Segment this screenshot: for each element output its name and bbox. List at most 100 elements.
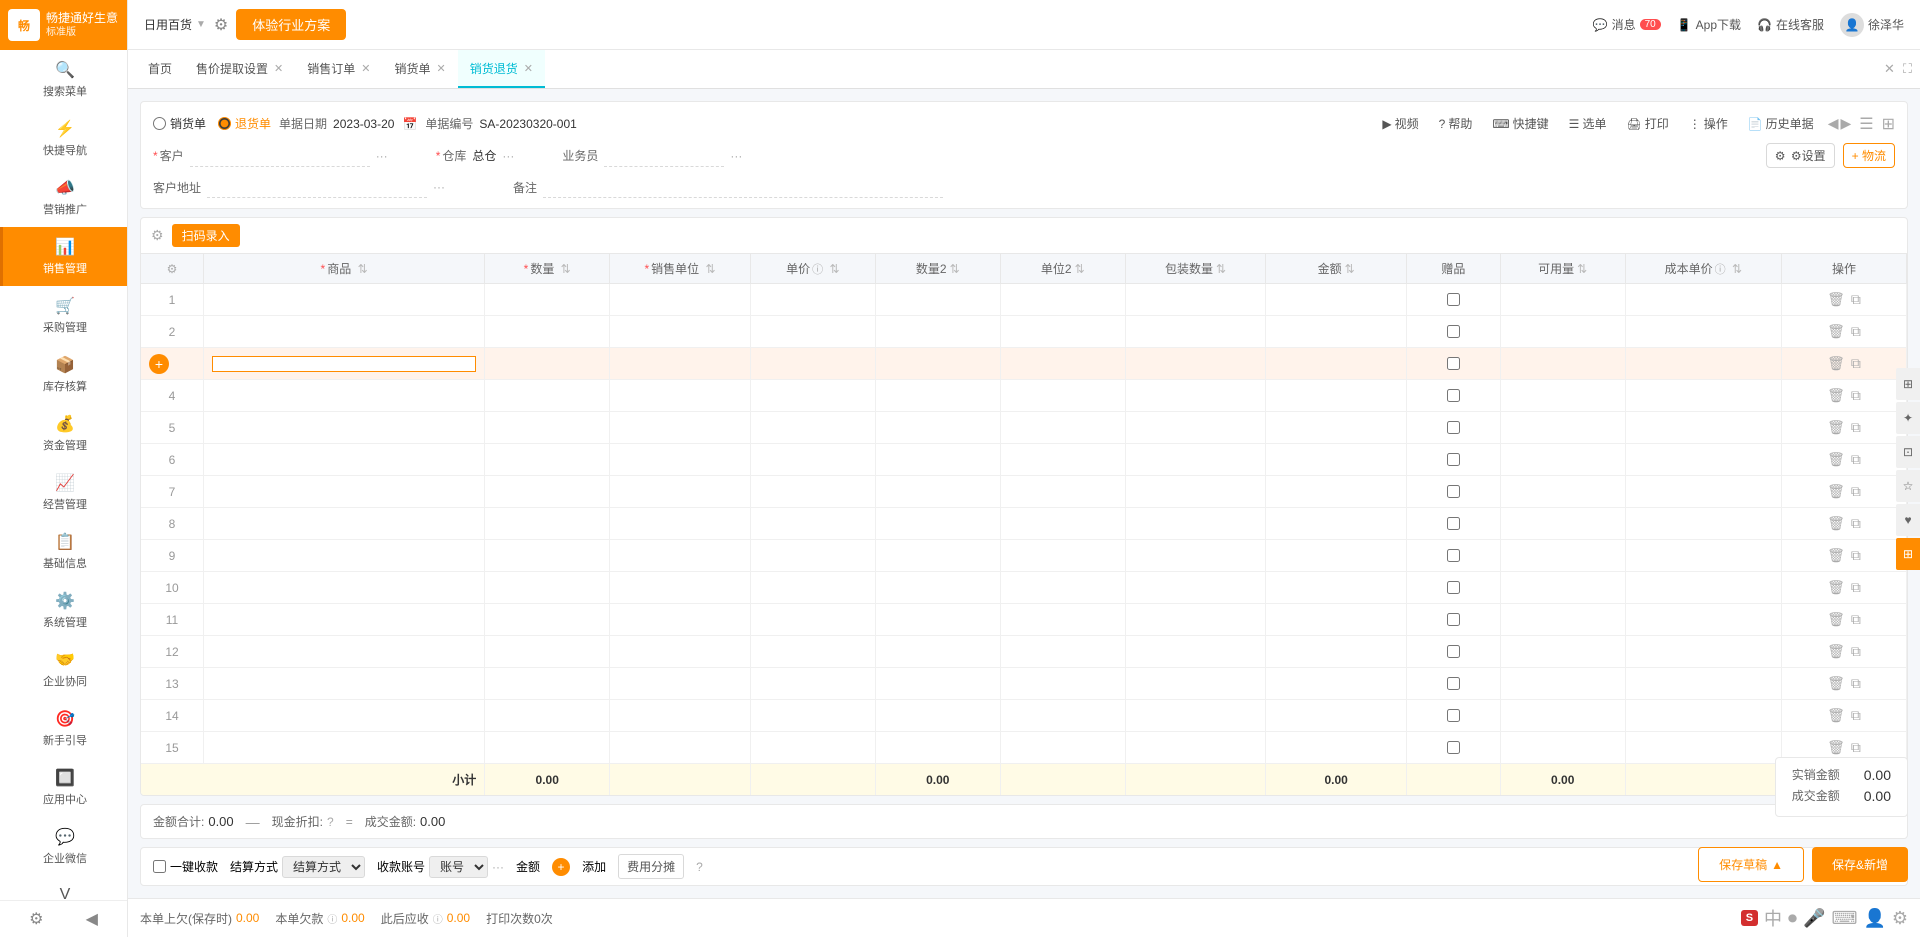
print-btn[interactable]: 🖨 打印 xyxy=(1620,112,1674,135)
cost-cell[interactable] xyxy=(1625,508,1781,540)
tab-maximize-icon[interactable]: ⛶ xyxy=(1903,61,1912,77)
unit-cell[interactable] xyxy=(610,572,751,604)
amount-cell[interactable] xyxy=(1266,444,1407,476)
qty-cell[interactable] xyxy=(485,572,610,604)
sidebar-item-quick-nav[interactable]: ⚡ 快捷导航 xyxy=(0,109,127,168)
unit-cell[interactable] xyxy=(610,636,751,668)
delete-icon[interactable]: 🗑 xyxy=(1827,355,1845,372)
gift-checkbox[interactable] xyxy=(1447,741,1460,754)
sidebar-item-finance[interactable]: 💰 资金管理 xyxy=(0,404,127,463)
gift-checkbox[interactable] xyxy=(1447,677,1460,690)
collapse-icon[interactable]: ◀ xyxy=(86,909,98,929)
product-cell[interactable] xyxy=(203,668,484,700)
price-cell[interactable] xyxy=(750,508,875,540)
calendar-icon[interactable]: 📅 xyxy=(402,117,417,131)
gift-checkbox[interactable] xyxy=(1447,293,1460,306)
copy-icon[interactable]: ⧉ xyxy=(1851,675,1861,692)
gift-checkbox[interactable] xyxy=(1447,645,1460,658)
message-btn[interactable]: 💬 消息 70 xyxy=(1593,16,1661,33)
tab-close-all-icon[interactable]: ✕ xyxy=(1884,61,1895,77)
pack-cell[interactable] xyxy=(1125,700,1266,732)
avail-cell[interactable] xyxy=(1500,668,1625,700)
right-sidebar-item-6[interactable]: ⊞ xyxy=(1896,538,1920,570)
tab-sales-delivery-close[interactable]: ✕ xyxy=(437,62,446,75)
delete-icon[interactable]: 🗑 xyxy=(1827,419,1845,436)
qty-cell[interactable] xyxy=(485,604,610,636)
copy-icon[interactable]: ⧉ xyxy=(1851,611,1861,628)
price-cell[interactable] xyxy=(750,700,875,732)
unit-cell[interactable] xyxy=(610,412,751,444)
sort-qty2-icon[interactable]: ⇅ xyxy=(950,262,960,276)
product-cell[interactable] xyxy=(203,572,484,604)
gift-checkbox[interactable] xyxy=(1447,421,1460,434)
unit2-cell[interactable] xyxy=(1000,412,1125,444)
unit2-cell[interactable] xyxy=(1000,700,1125,732)
price-cell[interactable] xyxy=(750,380,875,412)
gift-checkbox[interactable] xyxy=(1447,613,1460,626)
amount-cell[interactable] xyxy=(1266,284,1407,316)
cost-cell[interactable] xyxy=(1625,380,1781,412)
product-cell[interactable] xyxy=(203,316,484,348)
qty2-cell[interactable] xyxy=(875,412,1000,444)
copy-icon[interactable]: ⧉ xyxy=(1851,451,1861,468)
delete-icon[interactable]: 🗑 xyxy=(1827,387,1845,404)
online-service-btn[interactable]: 🎧 在线客服 xyxy=(1757,16,1824,33)
sort-amount-icon[interactable]: ⇅ xyxy=(1345,262,1355,276)
product-cell-active[interactable] xyxy=(203,348,484,380)
cost-cell[interactable] xyxy=(1625,732,1781,764)
price-cell[interactable] xyxy=(750,412,875,444)
app-download-btn[interactable]: 📱 App下载 xyxy=(1677,16,1741,33)
unit-cell-active[interactable] xyxy=(610,348,751,380)
prev-arrow[interactable]: ◀ xyxy=(1828,115,1839,132)
pack-cell[interactable] xyxy=(1125,476,1266,508)
tab-price-setup[interactable]: 售价提取设置 ✕ xyxy=(184,50,295,88)
add-payment-btn[interactable]: + xyxy=(552,858,570,876)
avail-cell[interactable] xyxy=(1500,540,1625,572)
cost-cell[interactable] xyxy=(1625,444,1781,476)
sidebar-item-sales[interactable]: 📊 销售管理 xyxy=(0,227,127,286)
sidebar-item-system[interactable]: ⚙️ 系统管理 xyxy=(0,581,127,640)
price-cell[interactable] xyxy=(750,540,875,572)
amount-cell[interactable] xyxy=(1266,636,1407,668)
pack-cell[interactable] xyxy=(1125,412,1266,444)
pack-cell[interactable] xyxy=(1125,636,1266,668)
discount-question-icon[interactable]: ? xyxy=(327,815,334,829)
avail-cell[interactable] xyxy=(1500,732,1625,764)
qty2-cell[interactable] xyxy=(875,476,1000,508)
note-input[interactable] xyxy=(543,176,943,198)
cost-cell[interactable] xyxy=(1625,284,1781,316)
price-cell[interactable] xyxy=(750,444,875,476)
gear-icon[interactable]: ⚙ xyxy=(167,262,178,276)
unit2-cell[interactable] xyxy=(1000,604,1125,636)
sidebar-item-marketing[interactable]: 📣 营销推广 xyxy=(0,168,127,227)
qty-cell[interactable] xyxy=(485,540,610,572)
copy-icon[interactable]: ⧉ xyxy=(1851,643,1861,660)
amount-cell[interactable] xyxy=(1266,412,1407,444)
price-info-icon[interactable]: ⓘ xyxy=(812,264,823,276)
tab-sales-order[interactable]: 销售订单 ✕ xyxy=(295,50,382,88)
unit-cell[interactable] xyxy=(610,284,751,316)
expense-split-btn[interactable]: 费用分摊 xyxy=(618,854,684,879)
sidebar-item-wechat[interactable]: 💬 企业微信 xyxy=(0,817,127,876)
pack-cell[interactable] xyxy=(1125,540,1266,572)
product-cell[interactable] xyxy=(203,284,484,316)
product-input[interactable] xyxy=(212,293,476,307)
product-cell[interactable] xyxy=(203,508,484,540)
select-btn[interactable]: ☰ 选单 xyxy=(1563,112,1613,135)
gift-checkbox[interactable] xyxy=(1447,389,1460,402)
unit2-cell[interactable] xyxy=(1000,316,1125,348)
radio-return[interactable]: 退货单 xyxy=(218,115,271,132)
gift-checkbox[interactable] xyxy=(1447,325,1460,338)
tab-sales-return-close[interactable]: ✕ xyxy=(524,62,533,75)
unit2-cell[interactable] xyxy=(1000,572,1125,604)
customer-more-icon[interactable]: ··· xyxy=(376,149,388,163)
avail-cell[interactable] xyxy=(1500,700,1625,732)
product-cell[interactable] xyxy=(203,700,484,732)
right-sidebar-item-5[interactable]: ♥ xyxy=(1896,504,1920,536)
pack-cell[interactable] xyxy=(1125,668,1266,700)
gift-checkbox[interactable] xyxy=(1447,485,1460,498)
copy-icon[interactable]: ⧉ xyxy=(1851,483,1861,500)
qty-cell-active[interactable] xyxy=(485,348,610,380)
sidebar-item-member[interactable]: V 畅会员 xyxy=(0,876,127,900)
delete-icon[interactable]: 🗑 xyxy=(1827,323,1845,340)
